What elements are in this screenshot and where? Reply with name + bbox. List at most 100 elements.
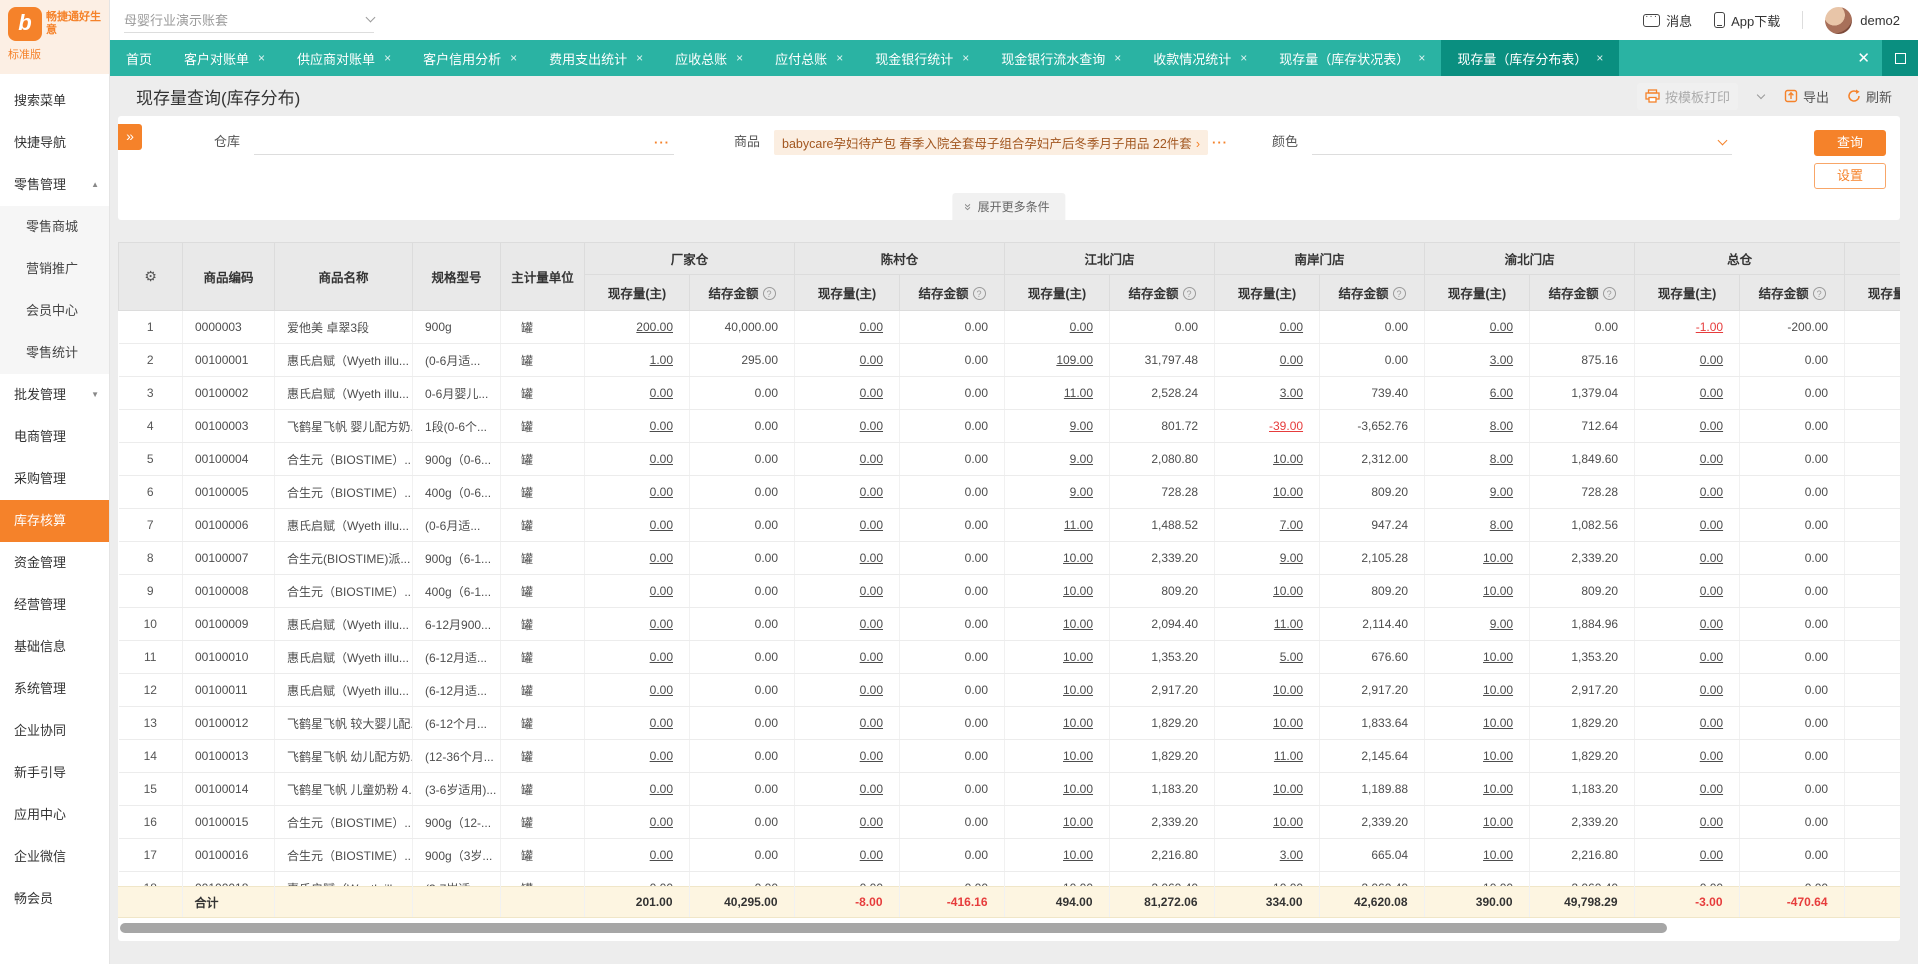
qty-cell[interactable]: 0.00 [794,607,901,641]
qty-link[interactable]: 10.00 [1483,650,1513,664]
qty-link[interactable]: 0.00 [1280,320,1303,334]
qty-cell[interactable]: 0.00 [794,574,901,608]
sidebar-item[interactable]: 搜索菜单 [0,80,109,122]
qty-link[interactable]: 5.00 [1280,650,1303,664]
qty-cell[interactable]: 10.00 [1424,706,1531,740]
qty-cell[interactable]: 10.00 [1004,607,1111,641]
qty-cell[interactable]: 0.00 [794,475,901,509]
qty-cell[interactable]: -39.00 [1214,409,1321,443]
qty-cell[interactable]: 0.00 [1634,673,1741,707]
qty-link[interactable]: 0.00 [1700,782,1723,796]
qty-cell[interactable]: 9.00 [1424,475,1531,509]
expand-filter-button[interactable]: » [118,124,142,150]
qty-link[interactable]: 0.00 [860,749,883,763]
qty-cell[interactable]: 0.00 [1634,475,1741,509]
qty-cell[interactable]: 10.00 [1004,673,1111,707]
qty-cell[interactable]: 0.00 [584,409,690,443]
qty-cell[interactable]: 0.00 [1634,706,1741,740]
tab-item[interactable]: 应付总账 × [759,40,859,76]
qty-link[interactable]: 0.00 [860,650,883,664]
qty-cell[interactable]: 10.00 [1004,640,1111,674]
tab-close-icon[interactable]: × [836,51,843,65]
qty-link[interactable]: 0.00 [1700,386,1723,400]
qty-link[interactable]: 11.00 [1274,617,1303,631]
qty-link[interactable]: 6.00 [1490,386,1513,400]
qty-link[interactable]: 9.00 [1490,617,1513,631]
gear-icon[interactable]: ⚙ [144,269,157,285]
qty-link[interactable]: 0.00 [650,386,673,400]
qty-link[interactable]: 3.00 [1280,848,1303,862]
qty-cell[interactable]: 10.00 [1424,805,1531,839]
sidebar-item[interactable]: 零售统计 [0,332,109,374]
qty-link[interactable]: 8.00 [1490,518,1513,532]
qty-link[interactable]: 200.00 [636,320,673,334]
qty-link[interactable]: 10.00 [1063,683,1093,697]
qty-cell[interactable]: 0.00 [1634,574,1741,608]
qty-link[interactable]: 10.00 [1063,584,1093,598]
tab-item[interactable]: 客户信用分析 × [407,40,533,76]
qty-cell[interactable]: 0.00 [584,376,690,410]
qty-cell[interactable]: 0.00 [584,739,690,773]
qty-link[interactable]: 10.00 [1063,881,1093,886]
qty-cell[interactable]: 10.00 [1004,772,1111,806]
qty-cell[interactable]: 9.00 [1004,442,1111,476]
sidebar-item[interactable]: 企业协同 [0,710,109,752]
qty-link[interactable]: 11.00 [1064,518,1093,532]
help-icon[interactable]: ? [1392,287,1406,300]
sidebar-item[interactable]: 采购管理 [0,458,109,500]
qty-link[interactable]: 0.00 [1700,848,1723,862]
qty-link[interactable]: 9.00 [1280,551,1303,565]
qty-link[interactable]: 10.00 [1063,716,1093,730]
qty-link[interactable]: 9.00 [1070,485,1093,499]
sidebar-item[interactable]: 库存核算 [0,500,109,542]
qty-link[interactable]: 10.00 [1273,683,1303,697]
qty-cell[interactable]: 7.00 [1214,508,1321,542]
help-icon[interactable]: ? [1602,287,1616,300]
help-icon[interactable]: ? [972,287,986,300]
qty-link[interactable]: 10.00 [1273,815,1303,829]
qty-cell[interactable]: 8.00 [1424,442,1531,476]
messages-button[interactable]: 消息 [1643,11,1692,30]
qty-link[interactable]: 10.00 [1063,749,1093,763]
qty-cell[interactable]: 0.00 [794,706,901,740]
qty-link[interactable]: 10.00 [1483,749,1513,763]
qty-cell[interactable]: 10.00 [1424,673,1531,707]
warehouse-input[interactable]: ··· [254,130,675,155]
qty-cell[interactable]: 10.00 [1214,871,1321,886]
qty-cell[interactable]: 10.00 [1424,739,1531,773]
qty-cell[interactable]: 0.00 [1634,409,1741,443]
qty-cell[interactable]: 0.00 [584,673,690,707]
sidebar-item[interactable]: 经营管理 [0,584,109,626]
qty-link[interactable]: 0.00 [1700,584,1723,598]
qty-link[interactable]: 0.00 [650,551,673,565]
qty-cell[interactable]: 10.00 [1214,475,1321,509]
qty-cell[interactable]: 0.00 [794,772,901,806]
fullscreen-button[interactable] [1882,40,1918,76]
qty-cell[interactable]: 0.00 [584,805,690,839]
qty-link[interactable]: 0.00 [650,782,673,796]
qty-cell[interactable]: 1.00 [584,343,690,377]
qty-cell[interactable]: 10.00 [1004,871,1111,886]
qty-cell[interactable]: 0.00 [1214,310,1321,344]
tab-active[interactable]: 现存量（库存分布表） × [1441,40,1620,76]
user-menu[interactable]: demo2 [1825,6,1900,34]
qty-link[interactable]: 10.00 [1063,650,1093,664]
qty-link[interactable]: 0.00 [650,749,673,763]
logo-area[interactable]: b 畅捷通好生意 标准版 [0,0,109,74]
qty-cell[interactable]: 0.00 [794,343,901,377]
qty-cell[interactable]: 0.00 [584,607,690,641]
tab-item[interactable]: 收款情况统计 × [1137,40,1263,76]
expand-more-conditions-button[interactable]: » 展开更多条件 [952,193,1066,220]
qty-cell[interactable]: 0.00 [1634,871,1741,886]
qty-cell[interactable]: 0.00 [794,871,901,886]
qty-link[interactable]: 10.00 [1063,617,1093,631]
sidebar-item[interactable]: 基础信息 [0,626,109,668]
product-value-tag[interactable]: babycare孕妇待产包 春季入院全套母子组合孕妇产后冬季月子用品 22件套 › [774,130,1208,155]
qty-cell[interactable]: 109.00 [1004,343,1111,377]
sidebar-item[interactable]: 营销推广 [0,248,109,290]
qty-cell[interactable]: 0.00 [584,442,690,476]
qty-link[interactable]: 0.00 [650,848,673,862]
qty-cell[interactable]: 10.00 [1004,838,1111,872]
tab-close-icon[interactable]: × [258,51,265,65]
qty-link[interactable]: -1.00 [1696,320,1723,334]
